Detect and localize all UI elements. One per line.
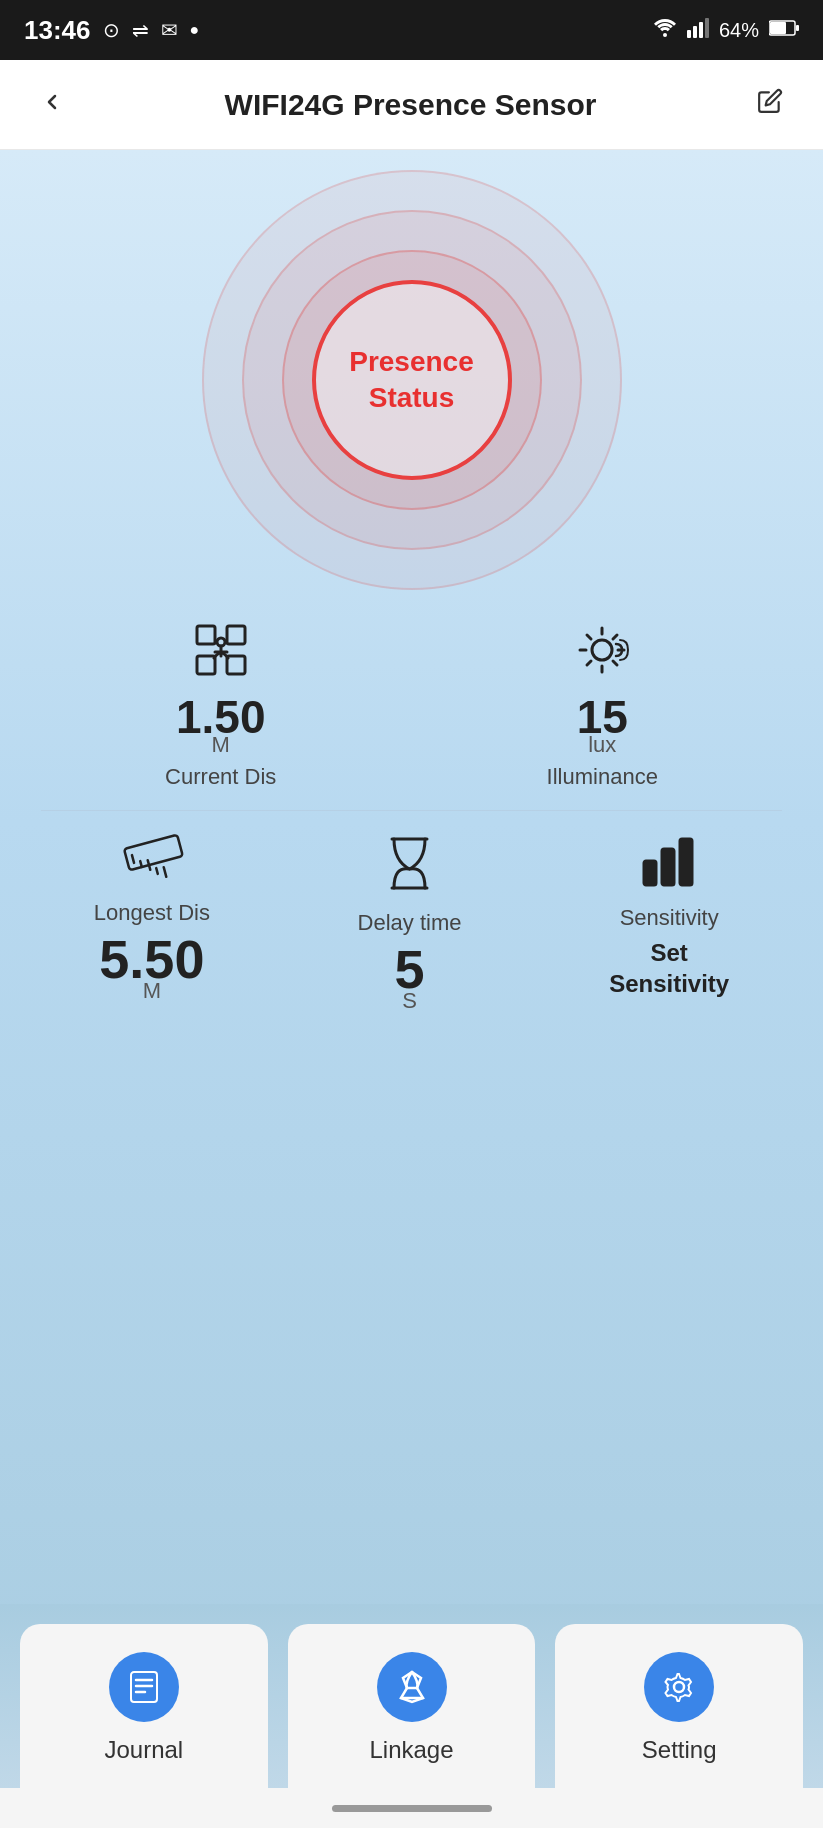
longest-distance-metric: Longest Dis 5.50 M bbox=[94, 831, 210, 1004]
current-dis-unit: M bbox=[212, 732, 230, 758]
svg-rect-1 bbox=[687, 30, 691, 38]
status-time: 13:46 bbox=[24, 15, 91, 46]
svg-line-27 bbox=[148, 860, 151, 870]
delay-time-label: Delay time bbox=[358, 910, 462, 936]
bottom-tabs-container: Journal Linkage bbox=[0, 1604, 823, 1788]
svg-line-20 bbox=[587, 635, 591, 639]
back-button[interactable] bbox=[30, 79, 74, 131]
svg-point-15 bbox=[592, 640, 612, 660]
alarm-icon: ⊙ bbox=[103, 18, 120, 42]
svg-rect-24 bbox=[124, 835, 183, 870]
svg-line-26 bbox=[141, 861, 143, 867]
longest-dis-unit: M bbox=[143, 978, 161, 1004]
sync-icon: ⇌ bbox=[132, 18, 149, 42]
ruler-icon bbox=[119, 831, 184, 894]
radar-container: Presence Status bbox=[202, 170, 622, 590]
illuminance-label: Illuminance bbox=[547, 764, 658, 790]
delay-time-unit: S bbox=[402, 988, 417, 1014]
set-sensitivity-text: Set Sensitivity bbox=[609, 937, 729, 999]
svg-rect-34 bbox=[680, 839, 692, 885]
illuminance-unit: lux bbox=[588, 732, 616, 758]
wifi-icon bbox=[653, 18, 677, 43]
svg-line-28 bbox=[157, 868, 159, 874]
svg-line-23 bbox=[587, 661, 591, 665]
svg-line-21 bbox=[613, 661, 617, 665]
status-bar: 13:46 ⊙ ⇌ ✉ ● 64% bbox=[0, 0, 823, 60]
home-bar bbox=[332, 1805, 492, 1812]
illuminance-value-group: 15 lux bbox=[577, 694, 628, 758]
hourglass-icon bbox=[382, 831, 437, 904]
bar-chart-icon bbox=[639, 831, 699, 899]
main-content: Presence Status bbox=[0, 150, 823, 1828]
mail-icon: ✉ bbox=[161, 18, 178, 42]
person-detect-icon bbox=[191, 620, 251, 688]
presence-status-text: Presence Status bbox=[349, 344, 474, 417]
journal-icon bbox=[109, 1652, 179, 1722]
journal-tab-label: Journal bbox=[104, 1736, 183, 1764]
sensitivity-metric[interactable]: Sensitivity Set Sensitivity bbox=[609, 831, 729, 999]
svg-rect-9 bbox=[227, 626, 245, 644]
current-dis-label: Current Dis bbox=[165, 764, 276, 790]
current-dis-value-group: 1.50 M bbox=[176, 694, 266, 758]
edit-button[interactable] bbox=[747, 78, 793, 131]
svg-rect-8 bbox=[197, 626, 215, 644]
setting-icon bbox=[644, 1652, 714, 1722]
svg-rect-7 bbox=[796, 25, 799, 31]
illuminance-metric: 15 lux Illuminance bbox=[547, 620, 658, 790]
illuminance-icon bbox=[572, 620, 632, 688]
battery-text: 64% bbox=[719, 19, 759, 42]
signal-icon bbox=[687, 18, 709, 43]
delay-time-value-group: 5 S bbox=[395, 942, 425, 1014]
home-indicator bbox=[0, 1788, 823, 1828]
svg-line-29 bbox=[164, 867, 167, 877]
section-divider bbox=[41, 810, 782, 811]
dot-icon: ● bbox=[190, 21, 200, 39]
svg-rect-33 bbox=[662, 849, 674, 885]
presence-status-circle: Presence Status bbox=[312, 280, 512, 480]
longest-dis-label: Longest Dis bbox=[94, 900, 210, 926]
status-left: 13:46 ⊙ ⇌ ✉ ● bbox=[24, 15, 199, 46]
status-right: 64% bbox=[653, 18, 799, 43]
svg-line-25 bbox=[132, 855, 134, 863]
metrics-row-2: Longest Dis 5.50 M Delay time 5 S bbox=[0, 821, 823, 1024]
svg-rect-3 bbox=[699, 22, 703, 38]
bottom-tabs: Journal Linkage bbox=[20, 1624, 803, 1788]
svg-rect-32 bbox=[644, 861, 656, 885]
page-title: WIFI24G Presence Sensor bbox=[225, 88, 597, 122]
svg-rect-2 bbox=[693, 26, 697, 38]
linkage-icon bbox=[377, 1652, 447, 1722]
linkage-tab-label: Linkage bbox=[369, 1736, 453, 1764]
sensitivity-label: Sensitivity bbox=[620, 905, 719, 931]
setting-tab-label: Setting bbox=[642, 1736, 717, 1764]
longest-dis-value-group: 5.50 M bbox=[99, 932, 204, 1004]
battery-icon bbox=[769, 19, 799, 42]
svg-rect-11 bbox=[227, 656, 245, 674]
tab-linkage[interactable]: Linkage bbox=[288, 1624, 536, 1788]
delay-time-metric: Delay time 5 S bbox=[358, 831, 462, 1014]
svg-rect-6 bbox=[770, 22, 786, 34]
svg-line-22 bbox=[613, 635, 617, 639]
svg-point-40 bbox=[674, 1682, 684, 1692]
current-distance-metric: 1.50 M Current Dis bbox=[165, 620, 276, 790]
svg-rect-4 bbox=[705, 18, 709, 38]
svg-point-0 bbox=[663, 33, 667, 37]
tab-setting[interactable]: Setting bbox=[555, 1624, 803, 1788]
tab-journal[interactable]: Journal bbox=[20, 1624, 268, 1788]
svg-rect-10 bbox=[197, 656, 215, 674]
app-header: WIFI24G Presence Sensor bbox=[0, 60, 823, 150]
metrics-row-1: 1.50 M Current Dis bbox=[0, 610, 823, 800]
